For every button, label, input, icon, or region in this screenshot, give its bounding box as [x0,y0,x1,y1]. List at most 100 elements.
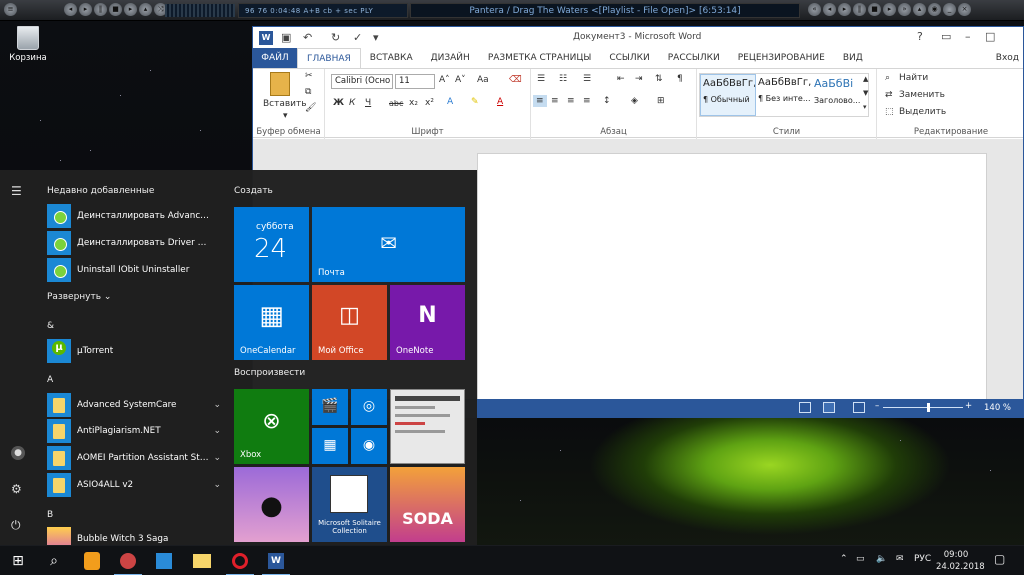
paste-dropdown-icon[interactable]: ▾ [283,111,288,121]
tab-insert[interactable]: ВСТАВКА [361,48,422,68]
language-indicator[interactable]: РУС [914,554,931,564]
increase-indent-icon[interactable]: ⇥ [635,74,643,84]
tray-overflow-icon[interactable]: ⌃ [840,554,848,564]
highlight-icon[interactable]: ✎ [471,97,479,107]
document-page[interactable] [477,153,987,403]
find-icon[interactable]: ⌕ [885,73,890,83]
close-icon[interactable]: × [958,3,971,16]
decrease-indent-icon[interactable]: ⇤ [617,74,625,84]
prev-icon[interactable]: ◂ [64,3,77,16]
select-button[interactable]: Выделить [899,107,946,117]
find-button[interactable]: Найти [899,73,928,83]
tab-layout[interactable]: РАЗМЕТКА СТРАНИЦЫ [479,48,601,68]
tab-view[interactable]: ВИД [834,48,872,68]
zoom-level[interactable]: 140 % [984,403,1011,413]
bold-button[interactable]: Ж [333,98,344,108]
clear-formatting-icon[interactable]: ⌫ [509,75,522,85]
taskbar-app-winamp[interactable] [110,546,146,575]
settings-icon[interactable]: ⚙ [11,482,22,496]
undo-icon[interactable]: ↶ [303,31,312,44]
clock[interactable]: 09:00 24.02.2018 [936,549,985,573]
list-item[interactable]: Advanced SystemCare ⌄ [47,393,221,417]
zoom-slider[interactable] [883,407,963,408]
xbox-tile[interactable]: ⊗ Xbox [234,389,309,464]
paste-icon[interactable] [270,72,290,96]
cut-icon[interactable]: ✂ [305,71,313,81]
underline-button[interactable]: Ч [365,98,371,108]
prev-track-icon[interactable]: ◂ [823,3,836,16]
change-case-button[interactable]: Aa [477,75,489,85]
help-icon[interactable]: ? [917,30,923,43]
search-button[interactable]: ⌕ [36,546,72,575]
taskbar-app-word[interactable]: W [258,546,294,575]
eject-track-icon[interactable]: ▴ [913,3,926,16]
disney-magic-kingdoms-tile[interactable]: ● [234,467,309,542]
stop-icon[interactable]: ■ [109,3,122,16]
user-avatar-icon[interactable]: ● [11,446,25,460]
style-no-spacing[interactable]: АаБбВвГг, ¶ Без инте... [756,74,812,116]
show-marks-icon[interactable]: ¶ [677,74,683,84]
subscript-button[interactable]: x₂ [409,98,418,108]
print-layout-icon[interactable] [823,402,835,413]
redo-icon[interactable]: ↻ [331,31,340,44]
taskbar-app-browser[interactable] [146,546,182,575]
list-item[interactable]: Деинсталлировать Advanced SystemCare [47,204,221,228]
superscript-button[interactable]: x² [425,98,434,108]
text-effects-icon[interactable]: A [447,97,453,107]
tab-references[interactable]: ССЫЛКИ [600,48,658,68]
zoom-out-icon[interactable]: – [875,401,879,411]
section-amp[interactable]: & [47,321,54,331]
borders-icon[interactable]: ⊞ [657,96,665,106]
styles-scroll-down-icon[interactable]: ▼ [863,89,868,97]
font-name-select[interactable]: Calibri (Осно [331,74,393,89]
multilevel-icon[interactable]: ☰ [583,74,591,84]
calculator-tile[interactable]: ▦ [312,428,348,464]
minimize-icon[interactable]: _ [943,3,956,16]
onenote-tile[interactable]: N OneNote [390,285,465,360]
movies-tile[interactable]: 🎬 [312,389,348,425]
recycle-bin[interactable]: Корзина [8,26,48,63]
screenshot-preview-tile[interactable] [390,389,465,464]
sort-icon[interactable]: ⇅ [655,74,663,84]
strikethrough-button[interactable]: abc [389,99,403,108]
shrink-font-button[interactable]: A˅ [455,75,466,85]
maximize-window-icon[interactable]: □ [985,30,995,43]
replace-button[interactable]: Заменить [899,90,945,100]
list-item[interactable]: AOMEI Partition Assistant Standard⌄ [47,446,221,470]
tab-home[interactable]: ГЛАВНАЯ [297,48,361,68]
font-color-icon[interactable]: A [497,97,503,107]
ribbon-display-icon[interactable]: ▭ [941,30,951,43]
groove-tile[interactable]: ◎ [351,389,387,425]
start-button[interactable]: ⊞ [0,546,36,575]
forward-icon[interactable]: » [898,3,911,16]
tab-file[interactable]: ФАЙЛ [253,48,297,68]
style-heading[interactable]: АаБбВі Заголово... [812,74,868,116]
notifications-icon[interactable]: ✉ [896,554,904,564]
qat-more-icon[interactable]: ▾ [373,31,379,44]
power-icon[interactable]: ⏻ [11,518,21,533]
volume-icon[interactable]: ◉ [928,3,941,16]
list-item[interactable]: ASIO4ALL v2 ⌄ [47,473,221,497]
speaker-icon[interactable]: 🔈 [876,554,887,564]
styles-more-icon[interactable]: ▾ [863,103,867,111]
myoffice-tile[interactable]: ◫ Мой Office [312,285,387,360]
read-mode-icon[interactable] [799,402,811,413]
stop-track-icon[interactable]: ■ [868,3,881,16]
list-item[interactable]: Uninstall IObit Uninstaller [47,258,221,282]
select-icon[interactable]: ⬚ [885,107,894,117]
minimize-window-icon[interactable]: – [965,30,971,43]
pause-track-icon[interactable]: ‖ [853,3,866,16]
next-track-icon[interactable]: ▸ [883,3,896,16]
candy-crush-soda-tile[interactable]: SODA [390,467,465,542]
menu-icon[interactable]: ≡ [4,3,17,16]
taskbar-app-explorer[interactable] [184,546,220,575]
numbering-icon[interactable]: ☷ [559,74,567,84]
section-b[interactable]: B [47,510,53,520]
align-right-icon[interactable]: ≡ [567,96,575,106]
web-layout-icon[interactable] [853,402,865,413]
network-icon[interactable]: ▭ [856,554,865,564]
tab-design[interactable]: ДИЗАЙН [422,48,479,68]
tab-review[interactable]: РЕЦЕНЗИРОВАНИЕ [729,48,834,68]
action-center-icon[interactable]: ▢ [994,552,1005,566]
italic-button[interactable]: К [349,98,355,108]
